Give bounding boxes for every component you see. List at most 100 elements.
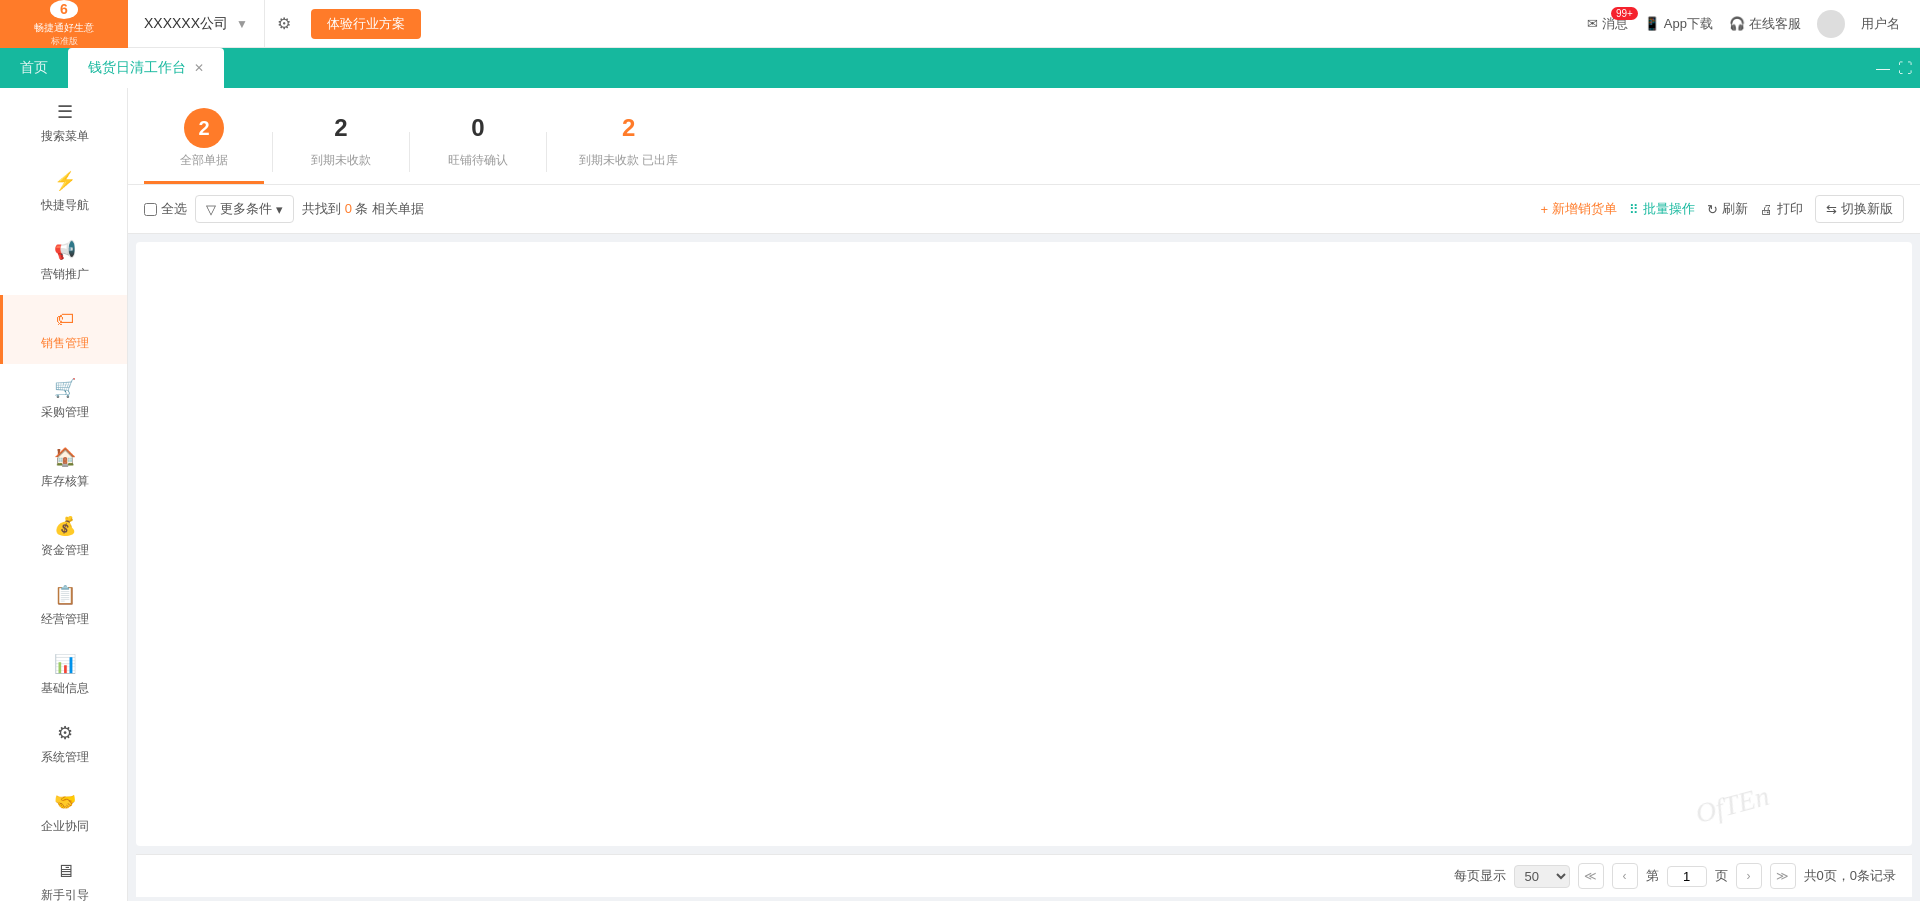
switch-version-button[interactable]: ⇆ 切换新版 bbox=[1815, 195, 1904, 223]
operation-icon: 📋 bbox=[53, 583, 77, 607]
add-btn-label: 新增销货单 bbox=[1552, 200, 1617, 218]
refresh-icon: ↻ bbox=[1707, 202, 1718, 217]
stat-tab-pending[interactable]: 0 旺铺待确认 bbox=[418, 100, 538, 184]
toolbar-right: + 新增销货单 ⠿ 批量操作 ↻ 刷新 🖨 打印 bbox=[1540, 195, 1904, 223]
next-page-button[interactable]: › bbox=[1736, 863, 1762, 889]
sidebar-label-newbie: 新手引导 bbox=[41, 887, 89, 901]
stat-tab-overdue[interactable]: 2 到期未收款 bbox=[281, 100, 401, 184]
batch-button[interactable]: ⠿ 批量操作 bbox=[1629, 200, 1695, 218]
sidebar-item-system[interactable]: ⚙ 系统管理 bbox=[0, 709, 127, 778]
main-layout: ☰ 搜索菜单 ⚡ 快捷导航 📢 营销推广 🏷 销售管理 🛒 采购管理 🏠 库存核… bbox=[0, 88, 1920, 901]
header-right: ✉ 消息 99+ 📱 App下载 🎧 在线客服 用户名 bbox=[1587, 10, 1920, 38]
page-input[interactable] bbox=[1667, 866, 1707, 887]
first-page-icon: ≪ bbox=[1584, 869, 1597, 883]
batch-label: 批量操作 bbox=[1643, 200, 1695, 218]
search-menu-icon: ☰ bbox=[53, 100, 77, 124]
message-button[interactable]: ✉ 消息 99+ bbox=[1587, 15, 1628, 33]
app-download-button[interactable]: 📱 App下载 bbox=[1644, 15, 1713, 33]
count-value: 0 bbox=[345, 201, 352, 216]
gear-icon: ⚙ bbox=[277, 14, 291, 33]
sidebar-item-operation[interactable]: 📋 经营管理 bbox=[0, 571, 127, 640]
download-icon: 📱 bbox=[1644, 16, 1660, 31]
tab-cashwork-label: 钱货日清工作台 bbox=[88, 59, 186, 77]
tab-maximize-icon[interactable]: ⛶ bbox=[1898, 60, 1912, 76]
logo-sub: 标准版 bbox=[51, 35, 78, 48]
app-download-label: App下载 bbox=[1664, 15, 1713, 33]
tab-minimize-icon[interactable]: — bbox=[1876, 60, 1890, 76]
experience-button[interactable]: 体验行业方案 bbox=[311, 9, 421, 39]
content-area: 2 全部单据 2 到期未收款 0 旺铺待确认 2 到期未收款 已出库 bbox=[128, 88, 1920, 901]
filter-icon: ▽ bbox=[206, 202, 216, 217]
tab-close-icon[interactable]: ✕ bbox=[194, 61, 204, 75]
chevron-down-icon: ▼ bbox=[236, 17, 248, 31]
stat-number-overdue: 2 bbox=[321, 108, 361, 148]
avatar[interactable] bbox=[1817, 10, 1845, 38]
pagination-bar: 每页显示 50 10 20 100 ≪ ‹ 第 页 › bbox=[136, 854, 1912, 897]
print-label: 打印 bbox=[1777, 200, 1803, 218]
sidebar-item-inventory[interactable]: 🏠 库存核算 bbox=[0, 433, 127, 502]
sidebar-item-search-menu[interactable]: ☰ 搜索菜单 bbox=[0, 88, 127, 157]
stat-tab-all[interactable]: 2 全部单据 bbox=[144, 100, 264, 184]
stat-label-pending: 旺铺待确认 bbox=[448, 152, 508, 169]
select-all-label[interactable]: 全选 bbox=[144, 200, 187, 218]
more-filters-label: 更多条件 bbox=[220, 200, 272, 218]
content-inner: 2 全部单据 2 到期未收款 0 旺铺待确认 2 到期未收款 已出库 bbox=[128, 88, 1920, 901]
more-filters-button[interactable]: ▽ 更多条件 ▾ bbox=[195, 195, 294, 223]
sidebar-label-marketing: 营销推广 bbox=[41, 266, 89, 283]
last-page-icon: ≫ bbox=[1776, 869, 1789, 883]
sidebar-item-quick-nav[interactable]: ⚡ 快捷导航 bbox=[0, 157, 127, 226]
switch-label: 切换新版 bbox=[1841, 200, 1893, 218]
page-size-select[interactable]: 50 10 20 100 bbox=[1514, 865, 1570, 888]
select-all-checkbox[interactable] bbox=[144, 203, 157, 216]
refresh-button[interactable]: ↻ 刷新 bbox=[1707, 200, 1748, 218]
sidebar-label-basicinfo: 基础信息 bbox=[41, 680, 89, 697]
logo-icon: 6 bbox=[50, 0, 78, 19]
stat-number-overdue-out: 2 bbox=[609, 108, 649, 148]
message-badge: 99+ bbox=[1611, 7, 1638, 20]
stat-divider-1 bbox=[272, 132, 273, 172]
stat-number-all: 2 bbox=[184, 108, 224, 148]
related-label: 相关单据 bbox=[372, 201, 424, 216]
add-icon: + bbox=[1540, 202, 1548, 217]
sidebar-item-purchase[interactable]: 🛒 采购管理 bbox=[0, 364, 127, 433]
sidebar: ☰ 搜索菜单 ⚡ 快捷导航 📢 营销推广 🏷 销售管理 🛒 采购管理 🏠 库存核… bbox=[0, 88, 128, 901]
online-service-button[interactable]: 🎧 在线客服 bbox=[1729, 15, 1801, 33]
sidebar-item-marketing[interactable]: 📢 营销推广 bbox=[0, 226, 127, 295]
sidebar-item-enterprise[interactable]: 🤝 企业协同 bbox=[0, 778, 127, 847]
company-selector[interactable]: XXXXXX公司 ▼ bbox=[128, 0, 265, 48]
sidebar-label-enterprise: 企业协同 bbox=[41, 818, 89, 835]
prev-page-button[interactable]: ‹ bbox=[1612, 863, 1638, 889]
logo-area: 6 畅捷通好生意 标准版 bbox=[0, 0, 128, 48]
stat-label-all: 全部单据 bbox=[180, 152, 228, 169]
print-button[interactable]: 🖨 打印 bbox=[1760, 200, 1803, 218]
add-sales-button[interactable]: + 新增销货单 bbox=[1540, 200, 1617, 218]
gear-button[interactable]: ⚙ bbox=[265, 0, 303, 48]
online-service-label: 在线客服 bbox=[1749, 15, 1801, 33]
purchase-icon: 🛒 bbox=[53, 376, 77, 400]
top-header: 6 畅捷通好生意 标准版 XXXXXX公司 ▼ ⚙ 体验行业方案 ✉ 消息 99… bbox=[0, 0, 1920, 48]
refresh-label: 刷新 bbox=[1722, 200, 1748, 218]
system-icon: ⚙ bbox=[53, 721, 77, 745]
sidebar-label-inventory: 库存核算 bbox=[41, 473, 89, 490]
sidebar-label-finance: 资金管理 bbox=[41, 542, 89, 559]
logo-text: 畅捷通好生意 bbox=[34, 21, 94, 35]
sidebar-label-system: 系统管理 bbox=[41, 749, 89, 766]
tab-cashwork[interactable]: 钱货日清工作台 ✕ bbox=[68, 48, 224, 88]
batch-icon: ⠿ bbox=[1629, 202, 1639, 217]
sidebar-item-sales[interactable]: 🏷 销售管理 bbox=[0, 295, 127, 364]
finance-icon: 💰 bbox=[53, 514, 77, 538]
next-page-icon: › bbox=[1747, 869, 1751, 883]
inventory-icon: 🏠 bbox=[53, 445, 77, 469]
first-page-button[interactable]: ≪ bbox=[1578, 863, 1604, 889]
stat-tab-overdue-out[interactable]: 2 到期未收款 已出库 bbox=[555, 100, 702, 184]
tab-home[interactable]: 首页 bbox=[0, 48, 68, 88]
page-label: 第 bbox=[1646, 867, 1659, 885]
stat-tabs: 2 全部单据 2 到期未收款 0 旺铺待确认 2 到期未收款 已出库 bbox=[128, 88, 1920, 185]
sidebar-item-basicinfo[interactable]: 📊 基础信息 bbox=[0, 640, 127, 709]
switch-icon: ⇆ bbox=[1826, 202, 1837, 217]
sidebar-item-newbie[interactable]: 🖥 新手引导 bbox=[0, 847, 127, 901]
tab-actions: — ⛶ bbox=[1876, 60, 1920, 76]
sidebar-item-finance[interactable]: 💰 资金管理 bbox=[0, 502, 127, 571]
sidebar-label-quick-nav: 快捷导航 bbox=[41, 197, 89, 214]
last-page-button[interactable]: ≫ bbox=[1770, 863, 1796, 889]
